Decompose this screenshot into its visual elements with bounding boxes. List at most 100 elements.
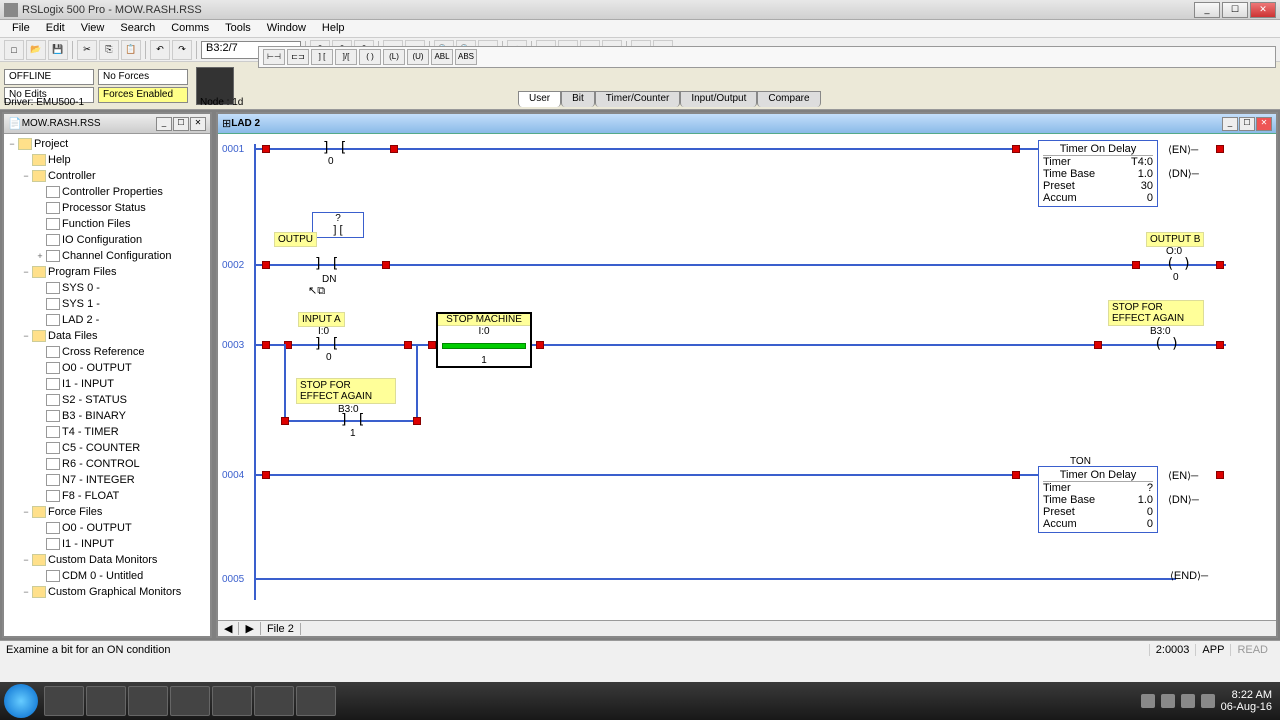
tree-cdm[interactable]: −Custom Data Monitors — [6, 552, 208, 568]
tree-project[interactable]: −Project — [6, 136, 208, 152]
elem-otu[interactable]: (U) — [407, 49, 429, 65]
tree-sys1[interactable]: SYS 1 - — [6, 296, 208, 312]
node[interactable] — [1216, 145, 1224, 153]
tab-timer[interactable]: Timer/Counter — [595, 91, 681, 107]
tab-user[interactable]: User — [518, 91, 561, 107]
redo-button[interactable]: ↷ — [172, 40, 192, 60]
tab-bit[interactable]: Bit — [561, 91, 595, 107]
maximize-button[interactable]: ☐ — [1222, 2, 1248, 18]
ladder-min-button[interactable]: _ — [1222, 117, 1238, 131]
menu-file[interactable]: File — [4, 20, 38, 37]
rung-0004[interactable]: 0004 — [222, 470, 244, 481]
menu-tools[interactable]: Tools — [217, 20, 259, 37]
elem-xio[interactable]: ]/[ — [335, 49, 357, 65]
menu-view[interactable]: View — [73, 20, 113, 37]
tree-o0[interactable]: O0 - OUTPUT — [6, 360, 208, 376]
task-notepad[interactable] — [296, 686, 336, 716]
task-app1[interactable] — [170, 686, 210, 716]
node[interactable] — [1012, 471, 1020, 479]
task-ie[interactable] — [44, 686, 84, 716]
undo-button[interactable]: ↶ — [150, 40, 170, 60]
paste-button[interactable]: 📋 — [121, 40, 141, 60]
node[interactable] — [1094, 341, 1102, 349]
elem-rung[interactable]: ⊢⊣ — [263, 49, 285, 65]
ladder-close-button[interactable]: ✕ — [1256, 117, 1272, 131]
rung2-contact[interactable]: ] [ — [314, 256, 339, 272]
tree-ctrl-props[interactable]: Controller Properties — [6, 184, 208, 200]
tree-cdm0[interactable]: CDM 0 - Untitled — [6, 568, 208, 584]
node[interactable] — [262, 471, 270, 479]
tree-cgm[interactable]: −Custom Graphical Monitors — [6, 584, 208, 600]
node[interactable] — [428, 341, 436, 349]
scroll-right[interactable]: ▶ — [239, 622, 260, 635]
tray-flag-icon[interactable] — [1161, 694, 1175, 708]
start-button[interactable] — [4, 684, 38, 718]
task-firefox[interactable] — [86, 686, 126, 716]
copy-button[interactable]: ⎘ — [99, 40, 119, 60]
tree-force-o0[interactable]: O0 - OUTPUT — [6, 520, 208, 536]
noforces-box[interactable]: No Forces — [98, 69, 188, 85]
tray-icon[interactable] — [1141, 694, 1155, 708]
offline-box[interactable]: OFFLINE — [4, 69, 94, 85]
tree-t4[interactable]: T4 - TIMER — [6, 424, 208, 440]
stop-effect-coil[interactable]: ( ) — [1154, 336, 1179, 352]
menu-edit[interactable]: Edit — [38, 20, 73, 37]
tree-func-files[interactable]: Function Files — [6, 216, 208, 232]
timer1-box[interactable]: Timer On Delay TimerT4:0 Time Base1.0 Pr… — [1038, 140, 1158, 207]
tree-max-button[interactable]: ☐ — [173, 117, 189, 131]
rung1-contact[interactable]: ] [ — [322, 140, 347, 156]
node[interactable] — [1012, 145, 1020, 153]
forces-enabled-box[interactable]: Forces Enabled — [98, 87, 188, 103]
tree-n7[interactable]: N7 - INTEGER — [6, 472, 208, 488]
stop-machine-box[interactable]: STOP MACHINE I:0 1 — [436, 312, 532, 368]
tree-chan-config[interactable]: +Channel Configuration — [6, 248, 208, 264]
elem-abl[interactable]: ABL — [431, 49, 453, 65]
rung-0001[interactable]: 0001 — [222, 144, 244, 155]
system-tray[interactable]: 8:22 AM 06-Aug-16 — [1141, 689, 1276, 713]
node[interactable] — [404, 341, 412, 349]
ladder-canvas[interactable]: 0001 ] [ 0 Timer On Delay TimerT4:0 Time… — [218, 134, 1276, 620]
tree-i1[interactable]: I1 - INPUT — [6, 376, 208, 392]
tree-body[interactable]: −Project Help −Controller Controller Pro… — [4, 134, 210, 636]
task-chrome[interactable] — [128, 686, 168, 716]
tree-data-files[interactable]: −Data Files — [6, 328, 208, 344]
node[interactable] — [262, 145, 270, 153]
tray-vol-icon[interactable] — [1201, 694, 1215, 708]
tree-r6[interactable]: R6 - CONTROL — [6, 456, 208, 472]
ladder-max-button[interactable]: ☐ — [1239, 117, 1255, 131]
node[interactable] — [1216, 341, 1224, 349]
menu-search[interactable]: Search — [112, 20, 163, 37]
tree-prog-files[interactable]: −Program Files — [6, 264, 208, 280]
tree-controller[interactable]: −Controller — [6, 168, 208, 184]
tree-force-files[interactable]: −Force Files — [6, 504, 208, 520]
node[interactable] — [382, 261, 390, 269]
task-rslogix[interactable] — [254, 686, 294, 716]
node[interactable] — [1216, 471, 1224, 479]
open-button[interactable]: 📂 — [26, 40, 46, 60]
elem-ote[interactable]: ( ) — [359, 49, 381, 65]
tree-min-button[interactable]: _ — [156, 117, 172, 131]
node[interactable] — [262, 341, 270, 349]
task-app2[interactable] — [212, 686, 252, 716]
node[interactable] — [413, 417, 421, 425]
tree-help[interactable]: Help — [6, 152, 208, 168]
cut-button[interactable]: ✂ — [77, 40, 97, 60]
timer2-box[interactable]: Timer On Delay Timer? Time Base1.0 Prese… — [1038, 466, 1158, 533]
node[interactable] — [1132, 261, 1140, 269]
tree-force-i1[interactable]: I1 - INPUT — [6, 536, 208, 552]
rung-0003[interactable]: 0003 — [222, 340, 244, 351]
elem-branch[interactable]: ⊏⊐ — [287, 49, 309, 65]
node[interactable] — [281, 417, 289, 425]
node[interactable] — [1216, 261, 1224, 269]
node[interactable] — [262, 261, 270, 269]
tree-c5[interactable]: C5 - COUNTER — [6, 440, 208, 456]
close-button[interactable]: ✕ — [1250, 2, 1276, 18]
node[interactable] — [390, 145, 398, 153]
tab-io[interactable]: Input/Output — [680, 91, 757, 107]
tree-lad2[interactable]: LAD 2 - — [6, 312, 208, 328]
tree-close-button[interactable]: ✕ — [190, 117, 206, 131]
rung-0002[interactable]: 0002 — [222, 260, 244, 271]
tree-xref[interactable]: Cross Reference — [6, 344, 208, 360]
file-tab[interactable]: File 2 — [261, 623, 301, 635]
tree-io-config[interactable]: IO Configuration — [6, 232, 208, 248]
